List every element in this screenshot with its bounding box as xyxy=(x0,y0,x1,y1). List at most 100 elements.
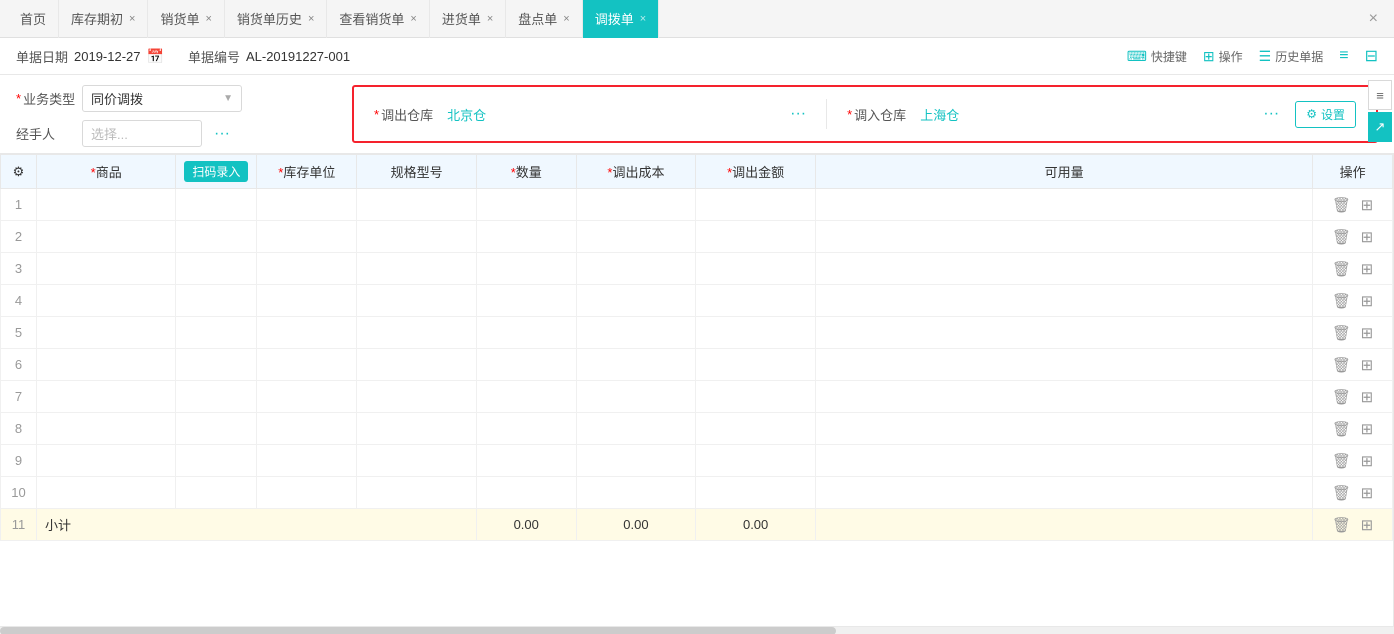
cost-cell-8[interactable] xyxy=(576,413,696,445)
spec-cell-7[interactable] xyxy=(357,381,477,413)
product-cell-7[interactable] xyxy=(36,381,175,413)
product-cell-4[interactable] xyxy=(36,285,175,317)
copy-btn-1[interactable]: ⊞ xyxy=(1361,197,1374,214)
unit-cell-6[interactable] xyxy=(257,349,357,381)
copy-btn-2[interactable]: ⊞ xyxy=(1361,229,1374,246)
close-tab-sales-history[interactable]: × xyxy=(308,13,314,25)
product-cell-10[interactable] xyxy=(36,477,175,509)
amount-cell-10[interactable] xyxy=(696,477,816,509)
spec-cell-2[interactable] xyxy=(357,221,477,253)
delete-btn-10[interactable]: 🗑 xyxy=(1332,485,1351,502)
qty-cell-5[interactable] xyxy=(476,317,576,349)
cost-cell-4[interactable] xyxy=(576,285,696,317)
qty-cell-7[interactable] xyxy=(476,381,576,413)
spec-cell-8[interactable] xyxy=(357,413,477,445)
handler-more-btn[interactable]: ··· xyxy=(214,125,230,143)
unit-cell-4[interactable] xyxy=(257,285,357,317)
qty-cell-6[interactable] xyxy=(476,349,576,381)
spec-cell-1[interactable] xyxy=(357,189,477,221)
amount-cell-4[interactable] xyxy=(696,285,816,317)
amount-cell-1[interactable] xyxy=(696,189,816,221)
col-gear[interactable]: ⚙ xyxy=(1,155,37,189)
unit-cell-5[interactable] xyxy=(257,317,357,349)
tab-transfer[interactable]: 调拨单 × xyxy=(583,0,659,38)
tab-sales-order[interactable]: 销货单 × xyxy=(148,0,224,38)
warehouse-in-value[interactable]: 上海仓 xyxy=(920,105,959,124)
delete-btn-11[interactable]: 🗑 xyxy=(1332,517,1351,534)
amount-cell-5[interactable] xyxy=(696,317,816,349)
layout2-btn[interactable]: ⊟ xyxy=(1365,46,1378,66)
tab-purchase[interactable]: 进货单 × xyxy=(430,0,506,38)
close-tab-view-sales[interactable]: × xyxy=(410,13,416,25)
qty-cell-10[interactable] xyxy=(476,477,576,509)
copy-btn-5[interactable]: ⊞ xyxy=(1361,325,1374,342)
handler-select[interactable]: 选择... xyxy=(82,120,202,147)
copy-btn-8[interactable]: ⊞ xyxy=(1361,421,1374,438)
layout1-btn[interactable]: ≡ xyxy=(1339,47,1348,65)
close-tab-purchase[interactable]: × xyxy=(487,13,493,25)
close-tab-inventory[interactable]: × xyxy=(563,13,569,25)
warehouse-out-more-btn[interactable]: ··· xyxy=(790,105,806,123)
product-cell-6[interactable] xyxy=(36,349,175,381)
copy-btn-9[interactable]: ⊞ xyxy=(1361,453,1374,470)
unit-cell-10[interactable] xyxy=(257,477,357,509)
tab-inventory[interactable]: 盘点单 × xyxy=(506,0,582,38)
product-cell-9[interactable] xyxy=(36,445,175,477)
amount-cell-7[interactable] xyxy=(696,381,816,413)
spec-cell-6[interactable] xyxy=(357,349,477,381)
close-tab-sales-order[interactable]: × xyxy=(205,13,211,25)
amount-cell-3[interactable] xyxy=(696,253,816,285)
tab-sales-history[interactable]: 销货单历史 × xyxy=(225,0,327,38)
delete-btn-5[interactable]: 🗑 xyxy=(1332,325,1351,342)
copy-btn-10[interactable]: ⊞ xyxy=(1361,485,1374,502)
spec-cell-10[interactable] xyxy=(357,477,477,509)
cost-cell-6[interactable] xyxy=(576,349,696,381)
qty-cell-2[interactable] xyxy=(476,221,576,253)
close-tab-transfer[interactable]: × xyxy=(640,13,646,25)
qty-cell-9[interactable] xyxy=(476,445,576,477)
col-scan[interactable]: 扫码录入 xyxy=(176,155,257,189)
tab-inventory-init[interactable]: 库存期初 × xyxy=(59,0,148,38)
settings-button[interactable]: ⚙ 设置 xyxy=(1295,101,1356,128)
warehouse-in-more-btn[interactable]: ··· xyxy=(1263,105,1279,123)
close-all-tabs[interactable]: × xyxy=(1361,10,1386,28)
spec-cell-4[interactable] xyxy=(357,285,477,317)
delete-btn-7[interactable]: 🗑 xyxy=(1332,389,1351,406)
product-cell-1[interactable] xyxy=(36,189,175,221)
amount-cell-6[interactable] xyxy=(696,349,816,381)
spec-cell-3[interactable] xyxy=(357,253,477,285)
delete-btn-2[interactable]: 🗑 xyxy=(1332,229,1351,246)
copy-btn-11[interactable]: ⊞ xyxy=(1361,517,1374,534)
qty-cell-1[interactable] xyxy=(476,189,576,221)
cost-cell-2[interactable] xyxy=(576,221,696,253)
unit-cell-8[interactable] xyxy=(257,413,357,445)
delete-btn-8[interactable]: 🗑 xyxy=(1332,421,1351,438)
copy-btn-4[interactable]: ⊞ xyxy=(1361,293,1374,310)
cost-cell-7[interactable] xyxy=(576,381,696,413)
delete-btn-6[interactable]: 🗑 xyxy=(1332,357,1351,374)
scan-button[interactable]: 扫码录入 xyxy=(184,161,248,182)
scrollbar-thumb[interactable] xyxy=(0,627,836,634)
delete-btn-4[interactable]: 🗑 xyxy=(1332,293,1351,310)
spec-cell-5[interactable] xyxy=(357,317,477,349)
delete-btn-3[interactable]: 🗑 xyxy=(1332,261,1351,278)
right-panel-expand-btn[interactable]: ↗ xyxy=(1368,112,1392,142)
spec-cell-9[interactable] xyxy=(357,445,477,477)
warehouse-out-value[interactable]: 北京仓 xyxy=(447,105,486,124)
product-cell-5[interactable] xyxy=(36,317,175,349)
unit-cell-7[interactable] xyxy=(257,381,357,413)
amount-cell-9[interactable] xyxy=(696,445,816,477)
unit-cell-9[interactable] xyxy=(257,445,357,477)
history-btn[interactable]: ☰ 历史单据 xyxy=(1259,48,1324,65)
close-tab-inventory-init[interactable]: × xyxy=(129,13,135,25)
unit-cell-1[interactable] xyxy=(257,189,357,221)
cost-cell-1[interactable] xyxy=(576,189,696,221)
cost-cell-3[interactable] xyxy=(576,253,696,285)
cost-cell-10[interactable] xyxy=(576,477,696,509)
amount-cell-2[interactable] xyxy=(696,221,816,253)
product-cell-3[interactable] xyxy=(36,253,175,285)
unit-cell-2[interactable] xyxy=(257,221,357,253)
business-type-select[interactable]: 同价调拨 ▼ xyxy=(82,85,242,112)
shortcuts-btn[interactable]: ⌨ 快捷键 xyxy=(1127,48,1187,65)
operations-btn[interactable]: ⊞ 操作 xyxy=(1203,48,1243,65)
